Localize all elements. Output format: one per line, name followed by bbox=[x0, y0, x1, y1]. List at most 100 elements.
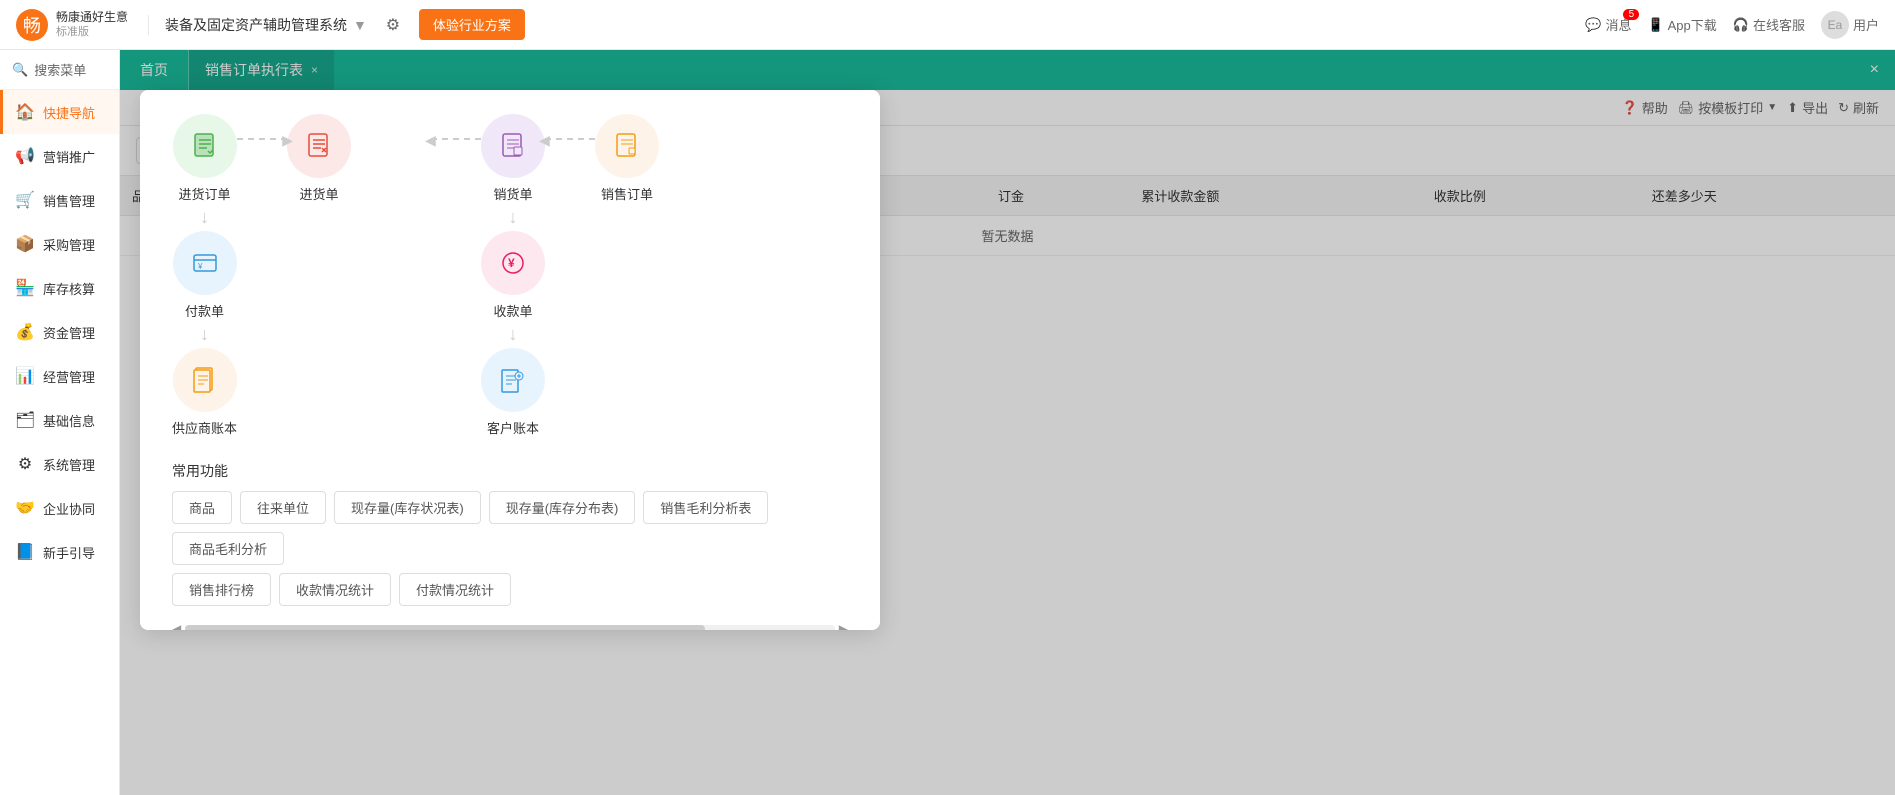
arrow-h-2: ◀ bbox=[431, 114, 481, 140]
avatar: Ea bbox=[1821, 11, 1849, 39]
func-buttons-row: 商品 往来单位 现存量(库存状况表) 现存量(库存分布表) 销售毛利分析表 商品… bbox=[172, 491, 848, 565]
supplier-ledger-label: 供应商账本 bbox=[172, 418, 237, 437]
message-badge: 5 bbox=[1623, 9, 1639, 20]
arrow-down-3: ↓ bbox=[509, 203, 518, 231]
sidebar-item-newbie[interactable]: 📘 新手引导 bbox=[0, 530, 119, 574]
online-service-button[interactable]: 🎧 在线客服 bbox=[1733, 15, 1805, 34]
scroll-right-btn[interactable]: ▶ bbox=[839, 622, 848, 630]
search-icon: 🔍 bbox=[12, 62, 28, 78]
sales-bill-node: 销货单 bbox=[481, 114, 545, 203]
right-col: 销售订单 bbox=[595, 114, 659, 203]
payment-icon: ¥ bbox=[173, 231, 237, 295]
app-container: 畅 畅康通好生意 标准版 装备及固定资产辅助管理系统 ▼ ⚙ 体验行业方案 💬 … bbox=[0, 0, 1895, 795]
sidebar-item-quick-nav[interactable]: 🏠 快捷导航 bbox=[0, 90, 119, 134]
func-buttons-row2: 销售排行榜 收款情况统计 付款情况统计 bbox=[172, 573, 848, 606]
sidebar-item-purchase[interactable]: 📦 采购管理 bbox=[0, 222, 119, 266]
sales-order-label: 销售订单 bbox=[601, 184, 653, 203]
arrow-h-1: ▶ bbox=[237, 114, 287, 140]
receipt-label: 收款单 bbox=[494, 301, 533, 320]
customer-ledger-node: 客户账本 bbox=[481, 348, 545, 437]
dropdown-arrow-icon[interactable]: ▼ bbox=[353, 17, 367, 33]
svg-text:¥: ¥ bbox=[197, 262, 203, 271]
func-btn-sales-rank[interactable]: 销售排行榜 bbox=[172, 573, 271, 606]
app-download-button[interactable]: 📱 App下载 bbox=[1647, 15, 1716, 34]
sales-bill-icon bbox=[481, 114, 545, 178]
newbie-icon: 📘 bbox=[15, 542, 35, 562]
sales-order-icon bbox=[595, 114, 659, 178]
logo-icon: 畅 bbox=[16, 9, 48, 41]
sidebar-item-marketing[interactable]: 📢 营销推广 bbox=[0, 134, 119, 178]
customer-ledger-label: 客户账本 bbox=[487, 418, 539, 437]
download-icon: 📱 bbox=[1647, 17, 1663, 33]
receipt-node: ¥ 收款单 bbox=[481, 231, 545, 320]
arrow-down-2: ↓ bbox=[200, 320, 209, 348]
system-icon: ⚙ bbox=[15, 454, 35, 474]
supplier-ledger-node: 供应商账本 bbox=[172, 348, 237, 437]
operations-icon: 📊 bbox=[15, 366, 35, 386]
search-menu-button[interactable]: 🔍 搜索菜单 bbox=[0, 50, 119, 90]
func-btn-sales-profit[interactable]: 销售毛利分析表 bbox=[643, 491, 768, 524]
sidebar-item-system[interactable]: ⚙ 系统管理 bbox=[0, 442, 119, 486]
message-button[interactable]: 💬 消息 5 bbox=[1585, 15, 1631, 34]
common-functions-title: 常用功能 bbox=[172, 461, 848, 481]
sidebar-nav: 🏠 快捷导航 📢 营销推广 🛒 销售管理 📦 采购管理 🏪 库存核 bbox=[0, 90, 119, 795]
quick-nav-icon: 🏠 bbox=[15, 102, 35, 122]
content-area: 首页 销售订单执行表 × × ❓ 帮助 🖨 按模板打印 bbox=[120, 50, 1895, 795]
horizontal-scrollbar: ◀ ▶ bbox=[172, 622, 848, 630]
sales-order-node: 销售订单 bbox=[595, 114, 659, 203]
sales-bill-label: 销货单 bbox=[494, 184, 533, 203]
sidebar-item-sales[interactable]: 🛒 销售管理 bbox=[0, 178, 119, 222]
sales-icon: 🛒 bbox=[15, 190, 35, 210]
sidebar-item-finance[interactable]: 💰 资金管理 bbox=[0, 310, 119, 354]
receipt-icon: ¥ bbox=[481, 231, 545, 295]
system-title: 装备及固定资产辅助管理系统 ▼ bbox=[148, 15, 367, 35]
func-btn-partner[interactable]: 往来单位 bbox=[240, 491, 326, 524]
logo-area: 畅 畅康通好生意 标准版 bbox=[16, 9, 136, 41]
settings-gear-button[interactable]: ⚙ bbox=[379, 11, 407, 39]
basic-info-icon: 🗂 bbox=[15, 410, 35, 430]
customer-ledger-icon bbox=[481, 348, 545, 412]
modal-overlay: 进货订单 ↓ ¥ bbox=[120, 50, 1895, 795]
modal-content: 进货订单 ↓ ¥ bbox=[140, 90, 880, 630]
mid-left-col: 进货单 bbox=[287, 114, 351, 203]
func-btn-receipt-stats[interactable]: 收款情况统计 bbox=[279, 573, 391, 606]
trial-button[interactable]: 体验行业方案 bbox=[419, 9, 525, 40]
purchase-order-node: 进货订单 bbox=[173, 114, 237, 203]
sidebar: 🔍 搜索菜单 🏠 快捷导航 📢 营销推广 🛒 销售管理 📦 bbox=[0, 50, 120, 795]
payment-node: ¥ 付款单 bbox=[173, 231, 237, 320]
message-icon: 💬 bbox=[1585, 17, 1601, 33]
mid-right-col: 销货单 ↓ ¥ bbox=[481, 114, 545, 437]
sidebar-item-inventory[interactable]: 🏪 库存核算 bbox=[0, 266, 119, 310]
sidebar-item-enterprise[interactable]: 🤝 企业协同 bbox=[0, 486, 119, 530]
supplier-ledger-icon bbox=[173, 348, 237, 412]
scroll-left-btn[interactable]: ◀ bbox=[172, 622, 181, 630]
common-functions: 常用功能 商品 往来单位 现存量(库存状况表) 现存量(库存分布表) 销售毛利分… bbox=[172, 461, 848, 606]
func-btn-payment-stats[interactable]: 付款情况统计 bbox=[399, 573, 511, 606]
flow-diagram: 进货订单 ↓ ¥ bbox=[172, 114, 848, 437]
enterprise-icon: 🤝 bbox=[15, 498, 35, 518]
purchase-order-icon bbox=[173, 114, 237, 178]
modal-box: 进货订单 ↓ ¥ bbox=[140, 90, 880, 630]
purchase-bill-label: 进货单 bbox=[300, 184, 339, 203]
func-btn-product-profit[interactable]: 商品毛利分析 bbox=[172, 532, 284, 565]
purchase-bill-node: 进货单 bbox=[287, 114, 351, 203]
purchase-order-label: 进货订单 bbox=[178, 184, 230, 203]
finance-icon: 💰 bbox=[15, 322, 35, 342]
func-btn-product[interactable]: 商品 bbox=[172, 491, 232, 524]
scroll-thumb bbox=[185, 625, 705, 630]
payment-label: 付款单 bbox=[185, 301, 224, 320]
func-btn-stock-status[interactable]: 现存量(库存状况表) bbox=[334, 491, 481, 524]
scroll-track[interactable] bbox=[185, 625, 835, 630]
func-btn-stock-dist[interactable]: 现存量(库存分布表) bbox=[489, 491, 636, 524]
left-flow-col: 进货订单 ↓ ¥ bbox=[172, 114, 237, 437]
marketing-icon: 📢 bbox=[15, 146, 35, 166]
arrow-down-1: ↓ bbox=[200, 203, 209, 231]
top-header: 畅 畅康通好生意 标准版 装备及固定资产辅助管理系统 ▼ ⚙ 体验行业方案 💬 … bbox=[0, 0, 1895, 50]
sidebar-item-operations[interactable]: 📊 经营管理 bbox=[0, 354, 119, 398]
logo-text: 畅康通好生意 标准版 bbox=[56, 10, 128, 40]
purchase-bill-icon bbox=[287, 114, 351, 178]
user-menu[interactable]: Ea 用户 bbox=[1821, 11, 1879, 39]
purchase-icon: 📦 bbox=[15, 234, 35, 254]
main-area: 🔍 搜索菜单 🏠 快捷导航 📢 营销推广 🛒 销售管理 📦 bbox=[0, 50, 1895, 795]
sidebar-item-basic-info[interactable]: 🗂 基础信息 bbox=[0, 398, 119, 442]
